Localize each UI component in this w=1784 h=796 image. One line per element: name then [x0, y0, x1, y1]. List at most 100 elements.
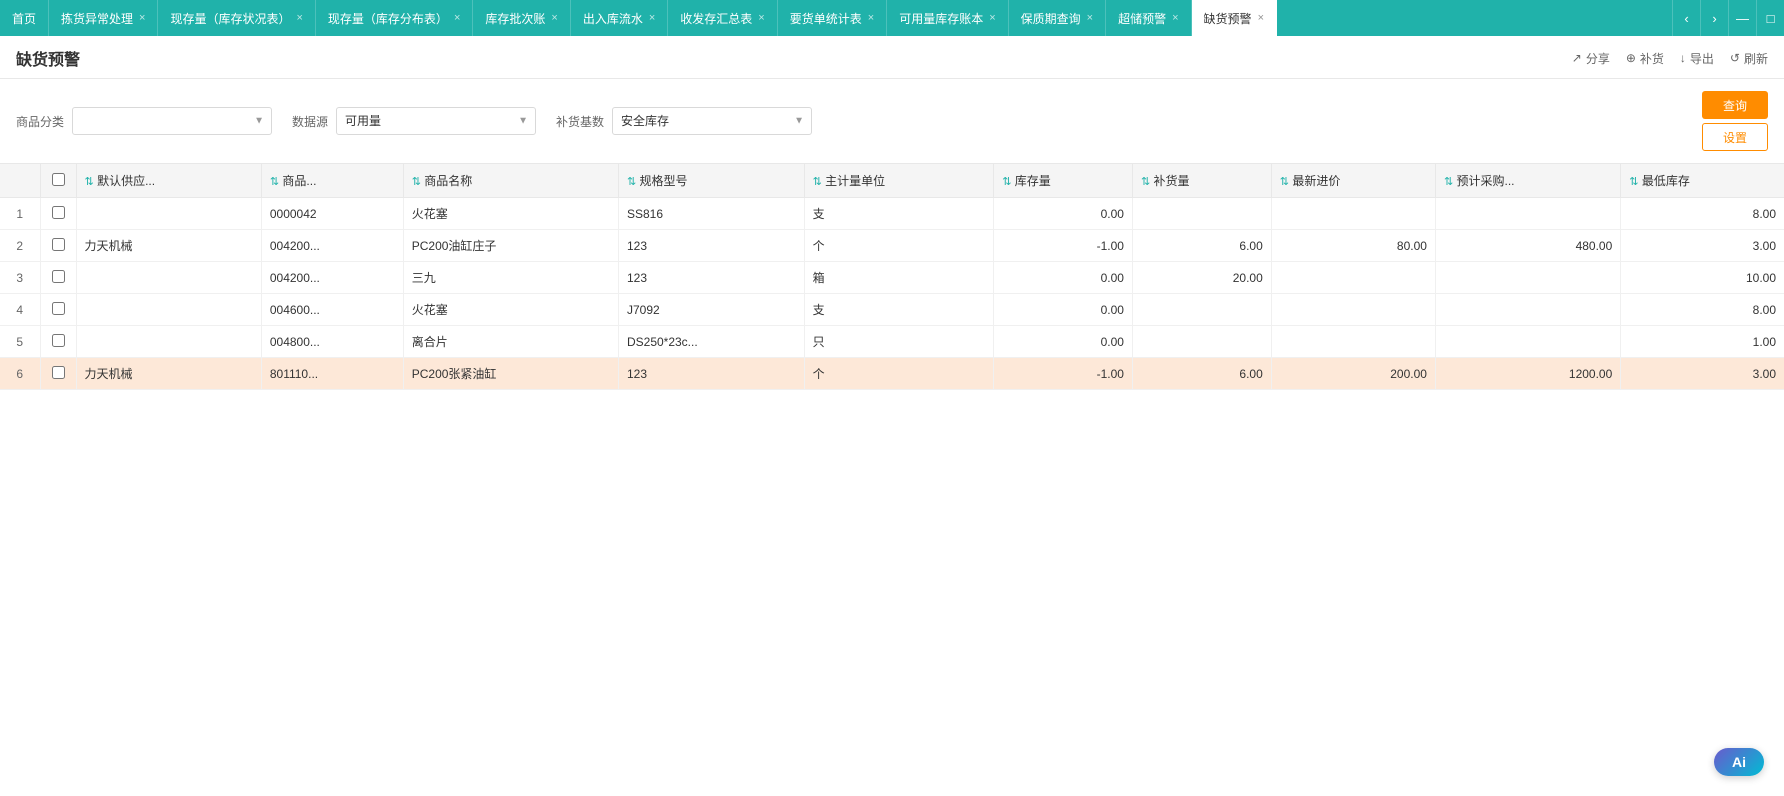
close-tab-inout-flow[interactable]: × [649, 12, 655, 24]
tab-inout-flow[interactable]: 出入库流水 × [571, 0, 668, 36]
col-latest-price-header[interactable]: ⇅ 最新进价 [1271, 164, 1435, 198]
row-checkbox-6[interactable] [52, 366, 65, 379]
share-button[interactable]: ↗ 分享 [1572, 50, 1610, 67]
close-tab-inventory-dist[interactable]: × [454, 12, 460, 24]
col-min-stock-header[interactable]: ⇅ 最低库存 [1621, 164, 1784, 198]
replenish-button[interactable]: ⊕ 补货 [1626, 50, 1664, 67]
query-button[interactable]: 查询 [1702, 91, 1768, 119]
row-min-stock: 1.00 [1621, 326, 1784, 358]
replenish-base-select[interactable]: 安全库存 [612, 107, 812, 135]
col-product-code-header[interactable]: ⇅ 商品... [261, 164, 403, 198]
close-tab-order-stats[interactable]: × [868, 12, 874, 24]
tab-scroll-next[interactable]: › [1700, 0, 1728, 36]
col-estimated-purchase-header[interactable]: ⇅ 预计采购... [1435, 164, 1620, 198]
row-product-name: PC200油缸庄子 [403, 230, 618, 262]
tab-home[interactable]: 首页 [0, 0, 49, 36]
row-product-code: 004200... [261, 262, 403, 294]
tab-batch-account[interactable]: 库存批次账 × [473, 0, 570, 36]
col-unit-header[interactable]: ⇅ 主计量单位 [804, 164, 994, 198]
row-checkbox-cell[interactable] [40, 230, 76, 262]
col-spec-header[interactable]: ⇅ 规格型号 [618, 164, 804, 198]
close-tab-exception[interactable]: × [139, 12, 145, 24]
export-button[interactable]: ↓ 导出 [1680, 50, 1714, 67]
row-checkbox-cell[interactable] [40, 326, 76, 358]
row-stock: -1.00 [994, 358, 1133, 390]
select-all-checkbox[interactable] [52, 173, 65, 186]
replenish-base-label: 补货基数 [556, 113, 604, 130]
col-num-header[interactable] [0, 164, 40, 198]
table-row: 5 004800... 离合片 DS250*23c... 只 0.00 1.00 [0, 326, 1784, 358]
row-spec: SS816 [618, 198, 804, 230]
row-checkbox-cell[interactable] [40, 358, 76, 390]
col-stock-header[interactable]: ⇅ 库存量 [994, 164, 1133, 198]
row-checkbox-cell[interactable] [40, 262, 76, 294]
tab-inventory-dist[interactable]: 现存量（库存分布表） × [316, 0, 473, 36]
row-unit: 只 [804, 326, 994, 358]
row-stock: 0.00 [994, 326, 1133, 358]
tab-available-ledger[interactable]: 可用量库存账本 × [887, 0, 1008, 36]
row-checkbox-3[interactable] [52, 270, 65, 283]
tab-expiry-query[interactable]: 保质期查询 × [1009, 0, 1106, 36]
close-tab-shortage[interactable]: × [1258, 12, 1264, 24]
data-table: ⇅ 默认供应... ⇅ 商品... ⇅ 商品名称 ⇅ 规格型号 [0, 164, 1784, 390]
row-checkbox-4[interactable] [52, 302, 65, 315]
close-tab-inventory-status[interactable]: × [296, 12, 302, 24]
sort-icon: ⇅ [1280, 176, 1289, 188]
row-checkbox-cell[interactable] [40, 198, 76, 230]
row-latest-price [1271, 198, 1435, 230]
tab-exception[interactable]: 拣货异常处理 × [49, 0, 158, 36]
row-spec: DS250*23c... [618, 326, 804, 358]
row-replenish-qty [1132, 326, 1271, 358]
row-default-supplier [76, 262, 261, 294]
datasource-select[interactable]: 可用量 [336, 107, 536, 135]
page-title: 缺货预警 [16, 46, 80, 70]
close-tab-available-ledger[interactable]: × [989, 12, 995, 24]
close-tab-expiry-query[interactable]: × [1087, 12, 1093, 24]
tab-nav-buttons: ‹ › — □ [1672, 0, 1784, 36]
row-checkbox-cell[interactable] [40, 294, 76, 326]
tab-scroll-prev[interactable]: ‹ [1672, 0, 1700, 36]
close-tab-overstock[interactable]: × [1172, 12, 1178, 24]
row-estimated-purchase: 1200.00 [1435, 358, 1620, 390]
settings-button[interactable]: 设置 [1702, 123, 1768, 151]
row-product-name: 三九 [403, 262, 618, 294]
tab-receipt-summary[interactable]: 收发存汇总表 × [668, 0, 777, 36]
tab-overstock[interactable]: 超储预警 × [1106, 0, 1191, 36]
table-row: 4 004600... 火花塞 J7092 支 0.00 8.00 [0, 294, 1784, 326]
col-product-name-header[interactable]: ⇅ 商品名称 [403, 164, 618, 198]
category-select-wrapper [72, 107, 272, 135]
ai-badge[interactable]: Ai [1714, 748, 1764, 776]
tab-inventory-status[interactable]: 现存量（库存状况表） × [158, 0, 315, 36]
table-row: 6 力天机械 801110... PC200张紧油缸 123 个 -1.00 6… [0, 358, 1784, 390]
row-checkbox-2[interactable] [52, 238, 65, 251]
col-replenish-qty-header[interactable]: ⇅ 补货量 [1132, 164, 1271, 198]
refresh-button[interactable]: ↺ 刷新 [1730, 50, 1768, 67]
tab-order-stats[interactable]: 要货单统计表 × [778, 0, 887, 36]
datasource-label: 数据源 [292, 113, 328, 130]
row-spec: J7092 [618, 294, 804, 326]
row-number: 1 [0, 198, 40, 230]
row-checkbox-1[interactable] [52, 206, 65, 219]
row-number: 6 [0, 358, 40, 390]
window-maximize[interactable]: □ [1756, 0, 1784, 36]
row-replenish-qty [1132, 294, 1271, 326]
row-default-supplier: 力天机械 [76, 230, 261, 262]
window-minimize[interactable]: — [1728, 0, 1756, 36]
table-row: 3 004200... 三九 123 箱 0.00 20.00 10.00 [0, 262, 1784, 294]
replenish-base-filter-group: 补货基数 安全库存 [556, 107, 812, 135]
col-default-supplier-header[interactable]: ⇅ 默认供应... [76, 164, 261, 198]
row-checkbox-5[interactable] [52, 334, 65, 347]
col-checkbox-header[interactable] [40, 164, 76, 198]
sort-icon: ⇅ [813, 176, 822, 188]
row-replenish-qty: 20.00 [1132, 262, 1271, 294]
row-product-name: 火花塞 [403, 294, 618, 326]
close-tab-batch-account[interactable]: × [551, 12, 557, 24]
category-select[interactable] [72, 107, 272, 135]
row-stock: 0.00 [994, 262, 1133, 294]
row-number: 3 [0, 262, 40, 294]
row-estimated-purchase [1435, 262, 1620, 294]
close-tab-receipt-summary[interactable]: × [758, 12, 764, 24]
tab-shortage[interactable]: 缺货预警 × [1192, 0, 1277, 36]
row-product-code: 801110... [261, 358, 403, 390]
row-spec: 123 [618, 262, 804, 294]
